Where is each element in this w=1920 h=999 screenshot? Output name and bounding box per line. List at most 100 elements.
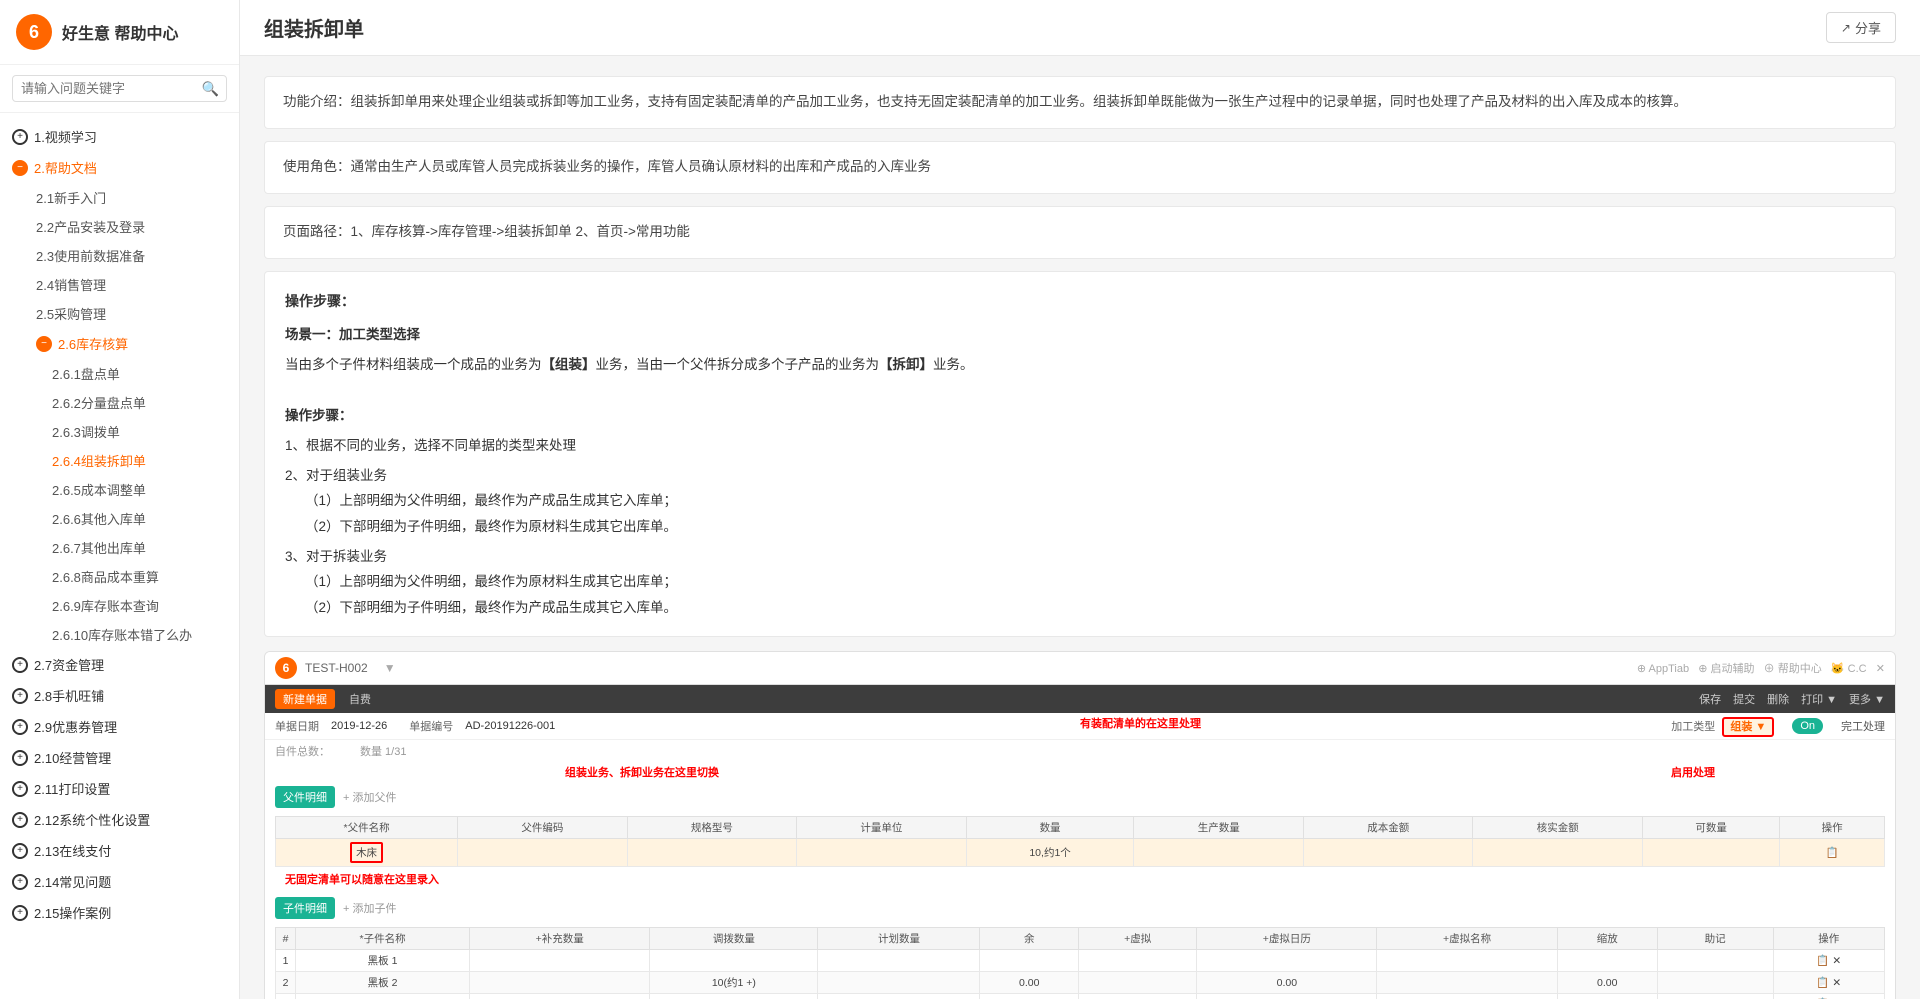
step2: 2、对于组装业务: [285, 463, 1875, 489]
sidebar-item-2-5[interactable]: 2.5采购管理: [0, 299, 239, 328]
sidebar-item-2-9[interactable]: + 2.9优惠券管理: [0, 711, 239, 742]
lower-col-0: #: [276, 928, 296, 950]
share-button[interactable]: ↗ 分享: [1826, 12, 1896, 43]
mock-type-label: 加工类型: [1671, 721, 1715, 733]
upper-col-10: 操作: [1780, 817, 1885, 839]
upper-col-9: 可数量: [1643, 817, 1780, 839]
mock-switch-on[interactable]: On: [1792, 718, 1823, 734]
annotation-enable: 启用处理: [1671, 764, 1715, 780]
mock-nav-new: 新建单据: [275, 689, 335, 709]
lower-col-6: +虚拟: [1079, 928, 1197, 950]
upper-col-3: 规格型号: [627, 817, 797, 839]
mock-num-value: AD-20191226-001: [465, 720, 555, 732]
expand-2-8-icon: +: [12, 688, 28, 704]
mock-titlebar-text: TEST-H002: [305, 661, 368, 675]
mock-nav-more: 更多 ▼: [1849, 691, 1885, 707]
upper-col-8: 核实金额: [1473, 817, 1643, 839]
sidebar-item-2-6-4[interactable]: 2.6.4组装拆卸单: [0, 446, 239, 475]
content-area: 功能介绍：组装拆卸单用来处理企业组装或拆卸等加工业务，支持有固定装配清单的产品加…: [240, 56, 1920, 999]
mock-amount-label: 数量 1/31: [360, 743, 406, 759]
search-icon: 🔍: [202, 80, 219, 97]
sidebar-item-2-6-1[interactable]: 2.6.1盘点单: [0, 359, 239, 388]
collapse-sub-icon: −: [36, 336, 52, 352]
sidebar-item-2-8[interactable]: + 2.8手机旺铺: [0, 680, 239, 711]
sidebar-item-2-4[interactable]: 2.4销售管理: [0, 270, 239, 299]
search-wrap: 🔍: [12, 75, 227, 102]
mock-lower-table: # *子件名称 +补充数量 调拨数量 计划数量 余 +虚拟 +虚拟日历 +虚拟名…: [265, 921, 1895, 999]
upper-col-2: 父件编码: [458, 817, 628, 839]
parent-item-box: 木床: [350, 842, 383, 863]
steps-section: 操作步骤： 场景一：加工类型选择 当由多个子件材料组装成一个成品的业务为【组装】…: [264, 271, 1896, 638]
sidebar-header: 6 好生意 帮助中心: [0, 0, 239, 65]
intro-block: 功能介绍：组装拆卸单用来处理企业组装或拆卸等加工业务，支持有固定装配清单的产品加…: [264, 76, 1896, 129]
expand-2-10-icon: +: [12, 750, 28, 766]
upper-row-1-unit: [797, 839, 967, 867]
mock-add-parent: + 添加父件: [343, 789, 396, 805]
upper-col-4: 计量单位: [797, 817, 967, 839]
mock-type-select[interactable]: 组装 ▼: [1722, 717, 1774, 737]
upper-row-1-action: 📋: [1780, 839, 1885, 867]
sidebar-item-2-11[interactable]: + 2.11打印设置: [0, 773, 239, 804]
app-logo: 6: [16, 14, 52, 50]
mock-nav-save: 保存: [1699, 691, 1721, 707]
sidebar-item-2-6-8[interactable]: 2.6.8商品成本重算: [0, 562, 239, 591]
upper-row-1-qty: 10,约1个: [966, 839, 1134, 867]
lower-col-8: +虚拟名称: [1377, 928, 1557, 950]
lower-col-11: 操作: [1773, 928, 1884, 950]
step3-1: （1）上部明细为父件明细，最终作为原材料生成其它出库单；: [285, 569, 1875, 595]
sidebar-item-2-6-7[interactable]: 2.6.7其他出库单: [0, 533, 239, 562]
sidebar-item-2-1[interactable]: 2.1新手入门: [0, 183, 239, 212]
sidebar-item-2-7[interactable]: + 2.7资金管理: [0, 649, 239, 680]
sidebar-item-videos[interactable]: + 1.视频学习: [0, 121, 239, 152]
upper-row-1-spec: [627, 839, 797, 867]
mock-date-label: 单据日期: [275, 718, 319, 734]
expand-2-12-icon: +: [12, 812, 28, 828]
screenshot-mockup: 6 TEST-H002 ▼ ⊕ AppTiab ⊕ 启动辅助 ⊕ 帮助中心 🐱 …: [264, 651, 1896, 999]
sidebar-item-2-6-3[interactable]: 2.6.3调拨单: [0, 417, 239, 446]
mock-upper-section-label: 父件明细: [275, 786, 335, 808]
share-icon: ↗: [1841, 21, 1851, 35]
sidebar-item-2-10[interactable]: + 2.10经营管理: [0, 742, 239, 773]
mock-switch: On: [1792, 720, 1823, 732]
annotation-fixed-bom: 有装配清单的在这里处理: [1080, 715, 1201, 731]
mock-num-label: 单据编号: [409, 718, 453, 734]
sidebar-item-2-6-9[interactable]: 2.6.9库存账本查询: [0, 591, 239, 620]
lower-col-4: 计划数量: [818, 928, 980, 950]
mock-form-row: 单据日期 2019-12-26 单据编号 AD-20191226-001 有装配…: [265, 713, 1895, 740]
mock-add-child: + 添加子件: [343, 900, 396, 916]
step3-2: （2）下部明细为子件明细，最终作为产成品生成其它入库单。: [285, 595, 1875, 621]
sidebar-item-2-6-5[interactable]: 2.6.5成本调整单: [0, 475, 239, 504]
sidebar-item-2-6-10[interactable]: 2.6.10库存账本错了么办: [0, 620, 239, 649]
mock-lower-section-label-row: 子件明细 + 添加子件: [265, 893, 1895, 921]
path-text: 页面路径：1、库存核算->库存管理->组装拆卸单 2、首页->常用功能: [283, 221, 1877, 244]
sidebar-item-2-2[interactable]: 2.2产品安装及登录: [0, 212, 239, 241]
annotation-process-type: 组装业务、拆卸业务在这里切换: [565, 767, 719, 779]
step3: 3、对于拆装业务: [285, 544, 1875, 570]
sidebar-item-2-6-2[interactable]: 2.6.2分量盘点单: [0, 388, 239, 417]
sidebar-item-2-12[interactable]: + 2.12系统个性化设置: [0, 804, 239, 835]
sidebar-item-inventory[interactable]: − 2.6库存核算: [0, 328, 239, 359]
mock-topnav: 新建单据 自费 保存 提交 删除 打印 ▼ 更多 ▼: [265, 685, 1895, 713]
sidebar-item-2-15[interactable]: + 2.15操作案例: [0, 897, 239, 928]
sidebar-item-2-3[interactable]: 2.3使用前数据准备: [0, 241, 239, 270]
upper-row-1-cost: [1303, 839, 1473, 867]
scene1-heading: 场景一：加工类型选择: [285, 322, 1875, 348]
mock-nav-submit: 提交: [1733, 691, 1755, 707]
mock-annotation-bom-fixed: 无固定清单可以随意在这里录入: [275, 867, 1885, 887]
mock-action-btn: 完工处理: [1841, 718, 1885, 734]
sidebar-item-2-13[interactable]: + 2.13在线支付: [0, 835, 239, 866]
expand-icon: +: [12, 129, 28, 145]
step2-1: （1）上部明细为父件明细，最终作为产成品生成其它入库单；: [285, 488, 1875, 514]
search-box: 🔍: [0, 65, 239, 113]
sidebar-item-2-6-6[interactable]: 2.6.6其他入库单: [0, 504, 239, 533]
upper-col-1: *父件名称: [276, 817, 458, 839]
mock-annotation-row1: 组装业务、拆卸业务在这里切换 启用处理: [265, 762, 1895, 782]
step1: 1、根据不同的业务，选择不同单据的类型来处理: [285, 433, 1875, 459]
expand-2-15-icon: +: [12, 905, 28, 921]
lower-row-2: 2黑板 210(约1 +)0.000.000.00📋 ✕: [276, 972, 1885, 994]
sidebar-item-docs[interactable]: − 2.帮助文档: [0, 152, 239, 183]
mock-upper-table: *父件名称 父件编码 规格型号 计量单位 数量 生产数量 成本金额 核实金额 可…: [265, 810, 1895, 893]
main-area: 组装拆卸单 ↗ 分享 功能介绍：组装拆卸单用来处理企业组装或拆卸等加工业务，支持…: [240, 0, 1920, 999]
sidebar-item-2-14[interactable]: + 2.14常见问题: [0, 866, 239, 897]
search-input[interactable]: [12, 75, 227, 102]
